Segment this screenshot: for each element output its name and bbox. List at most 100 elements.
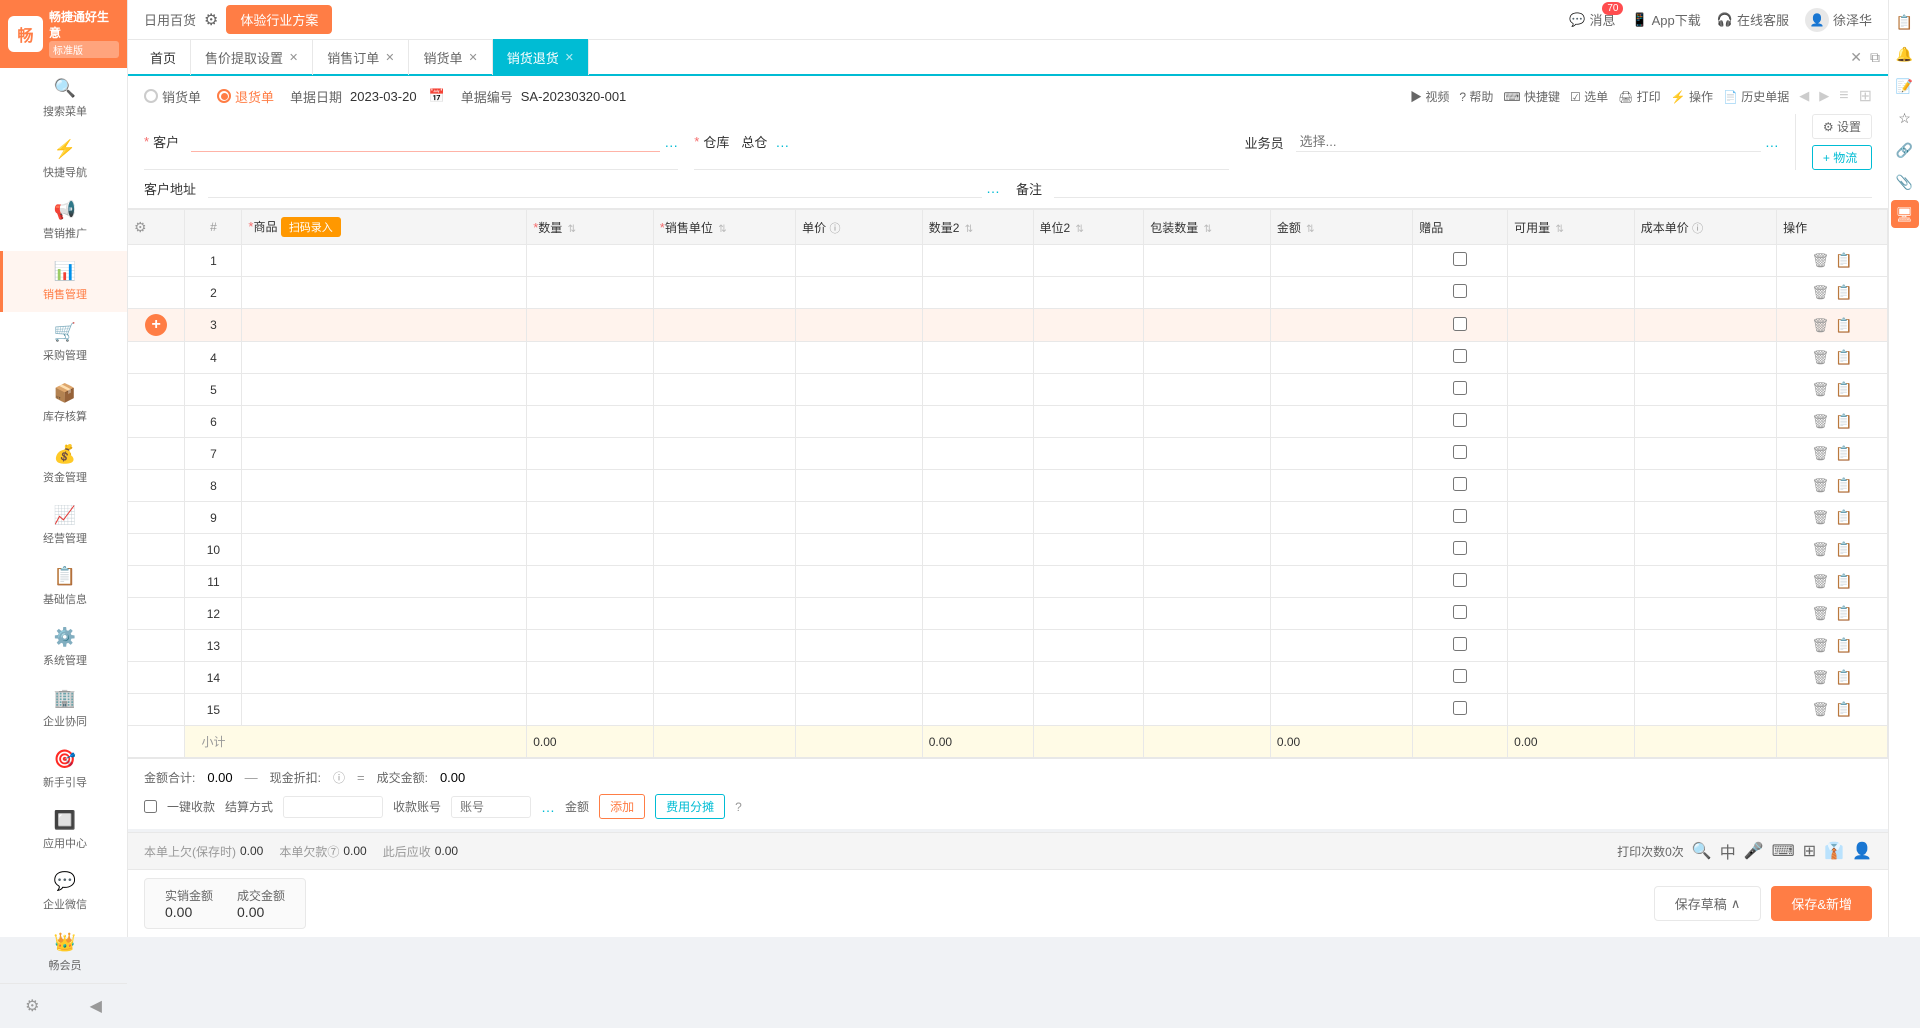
sidebar-item-sales[interactable]: 📊 销售管理: [0, 251, 127, 312]
action-operate[interactable]: ⚡ 操作: [1671, 88, 1713, 105]
sidebar-item-inventory[interactable]: 📦 库存核算: [0, 373, 127, 434]
delete-icon[interactable]: 🗑: [1811, 349, 1829, 366]
delete-icon[interactable]: 🗑: [1811, 637, 1829, 654]
amount-sort-icon[interactable]: ⇅: [1306, 224, 1314, 235]
add-button[interactable]: 添加: [599, 794, 645, 819]
tab-window-btn[interactable]: ⧉: [1870, 49, 1880, 66]
right-panel-link[interactable]: 🔗: [1891, 136, 1919, 164]
right-panel-attach[interactable]: 📎: [1891, 168, 1919, 196]
delete-icon[interactable]: 🗑: [1811, 605, 1829, 622]
save-new-button[interactable]: 保存&新增: [1771, 886, 1872, 921]
delete-icon[interactable]: 🗑: [1811, 573, 1829, 590]
sidebar-item-finance[interactable]: 💰 资金管理: [0, 434, 127, 495]
delete-icon[interactable]: 🗑: [1811, 413, 1829, 430]
radio-return[interactable]: 退货单: [217, 87, 274, 106]
calendar-icon[interactable]: 📅: [429, 88, 445, 104]
remark-input[interactable]: [1054, 178, 1872, 198]
add-row-btn[interactable]: +: [145, 314, 167, 336]
tab-sales-return-close[interactable]: ✕: [565, 51, 574, 64]
gift-checkbox[interactable]: [1453, 413, 1467, 427]
action-shortcut[interactable]: ⌨ 快捷键: [1503, 88, 1560, 105]
payment-checkbox[interactable]: [144, 800, 157, 813]
delete-icon[interactable]: 🗑: [1811, 509, 1829, 526]
action-select[interactable]: ☑ 选单: [1570, 88, 1608, 105]
tab-sales-delivery[interactable]: 销货单 ✕: [409, 39, 492, 75]
address-ellipsis[interactable]: …: [986, 180, 1000, 196]
save-draft-button[interactable]: 保存草稿 ∧: [1654, 886, 1762, 921]
gift-checkbox[interactable]: [1453, 541, 1467, 555]
col-gear-icon[interactable]: ⚙: [134, 219, 147, 235]
delete-icon[interactable]: 🗑: [1811, 381, 1829, 398]
copy-icon[interactable]: 📋: [1835, 284, 1852, 301]
sidebar-collapse-btn[interactable]: ◀: [86, 992, 106, 1020]
right-panel-clipboard[interactable]: 📋: [1891, 8, 1919, 36]
logistics-button[interactable]: + 物流: [1812, 145, 1872, 170]
unit2-sort-icon[interactable]: ⇅: [1076, 224, 1084, 235]
delete-icon[interactable]: 🗑: [1811, 669, 1829, 686]
gift-checkbox[interactable]: [1453, 637, 1467, 651]
sidebar-item-newbie[interactable]: 🎯 新手引导: [0, 739, 127, 800]
gift-checkbox[interactable]: [1453, 317, 1467, 331]
action-video[interactable]: ▶ 视频: [1410, 88, 1449, 105]
gift-checkbox[interactable]: [1453, 477, 1467, 491]
copy-icon[interactable]: 📋: [1835, 669, 1852, 686]
user-menu[interactable]: 👤 徐泽华: [1805, 8, 1872, 32]
tab-sales-order-close[interactable]: ✕: [385, 51, 394, 64]
sidebar-item-wechat[interactable]: 💬 企业微信: [0, 861, 127, 922]
copy-icon[interactable]: 📋: [1835, 637, 1852, 654]
customer-input[interactable]: [191, 132, 660, 152]
sidebar-settings-btn[interactable]: ⚙: [21, 992, 43, 1020]
sidebar-item-marketing[interactable]: 📢 营销推广: [0, 190, 127, 251]
app-download-btn[interactable]: 📱 App下载: [1631, 10, 1700, 29]
action-help[interactable]: ? 帮助: [1459, 88, 1493, 105]
topbar-settings-icon[interactable]: ⚙: [204, 10, 218, 30]
gift-checkbox[interactable]: [1453, 701, 1467, 715]
customer-ellipsis[interactable]: …: [664, 134, 678, 150]
pack-sort-icon[interactable]: ⇅: [1204, 224, 1212, 235]
gift-checkbox[interactable]: [1453, 252, 1467, 266]
copy-icon[interactable]: 📋: [1835, 413, 1852, 430]
copy-icon[interactable]: 📋: [1835, 573, 1852, 590]
sidebar-item-purchase[interactable]: 🛒 采购管理: [0, 312, 127, 373]
delete-icon[interactable]: 🗑: [1811, 445, 1829, 462]
scan-input-button[interactable]: 扫码录入: [281, 217, 341, 237]
copy-icon[interactable]: 📋: [1835, 541, 1852, 558]
notification-btn[interactable]: 💬 消息 70: [1569, 10, 1615, 29]
tab-price-setting[interactable]: 售价提取设置 ✕: [191, 39, 313, 75]
tab-sales-delivery-close[interactable]: ✕: [469, 51, 478, 64]
right-panel-bell[interactable]: 🔔: [1891, 40, 1919, 68]
copy-icon[interactable]: 📋: [1835, 252, 1852, 269]
gift-checkbox[interactable]: [1453, 573, 1467, 587]
copy-icon[interactable]: 📋: [1835, 509, 1852, 526]
copy-icon[interactable]: 📋: [1835, 605, 1852, 622]
qty2-sort-icon[interactable]: ⇅: [965, 224, 973, 235]
tab-sales-order[interactable]: 销售订单 ✕: [313, 39, 409, 75]
trial-button[interactable]: 体验行业方案: [226, 5, 332, 34]
delete-icon[interactable]: 🗑: [1811, 252, 1829, 269]
gift-checkbox[interactable]: [1453, 605, 1467, 619]
avail-sort-icon[interactable]: ⇅: [1555, 224, 1563, 235]
sidebar-item-operations[interactable]: 📈 经营管理: [0, 495, 127, 556]
unit-sort-icon[interactable]: ⇅: [718, 224, 726, 235]
gift-checkbox[interactable]: [1453, 669, 1467, 683]
sidebar-item-apps[interactable]: 🔲 应用中心: [0, 800, 127, 861]
gift-checkbox[interactable]: [1453, 284, 1467, 298]
sidebar-item-enterprise[interactable]: 🏢 企业协同: [0, 678, 127, 739]
delete-icon[interactable]: 🗑: [1811, 701, 1829, 718]
address-input[interactable]: [208, 178, 982, 198]
gift-checkbox[interactable]: [1453, 381, 1467, 395]
staff-input[interactable]: [1296, 132, 1761, 152]
tab-sales-return[interactable]: 销货退货 ✕: [493, 39, 589, 75]
expense-button[interactable]: 费用分摊: [655, 794, 725, 819]
sidebar-item-search[interactable]: 🔍 搜索菜单: [0, 68, 127, 129]
view-list-icon[interactable]: ≡: [1839, 87, 1848, 105]
sidebar-item-shortcut[interactable]: ⚡ 快捷导航: [0, 129, 127, 190]
copy-icon[interactable]: 📋: [1835, 317, 1852, 334]
right-panel-star[interactable]: ☆: [1891, 104, 1919, 132]
account-ellipsis[interactable]: …: [541, 799, 555, 815]
product-input[interactable]: [248, 318, 520, 333]
gift-checkbox[interactable]: [1453, 349, 1467, 363]
action-print[interactable]: 🖨 打印: [1618, 88, 1661, 105]
delete-icon[interactable]: 🗑: [1811, 541, 1829, 558]
online-service-btn[interactable]: 🎧 在线客服: [1717, 10, 1789, 29]
